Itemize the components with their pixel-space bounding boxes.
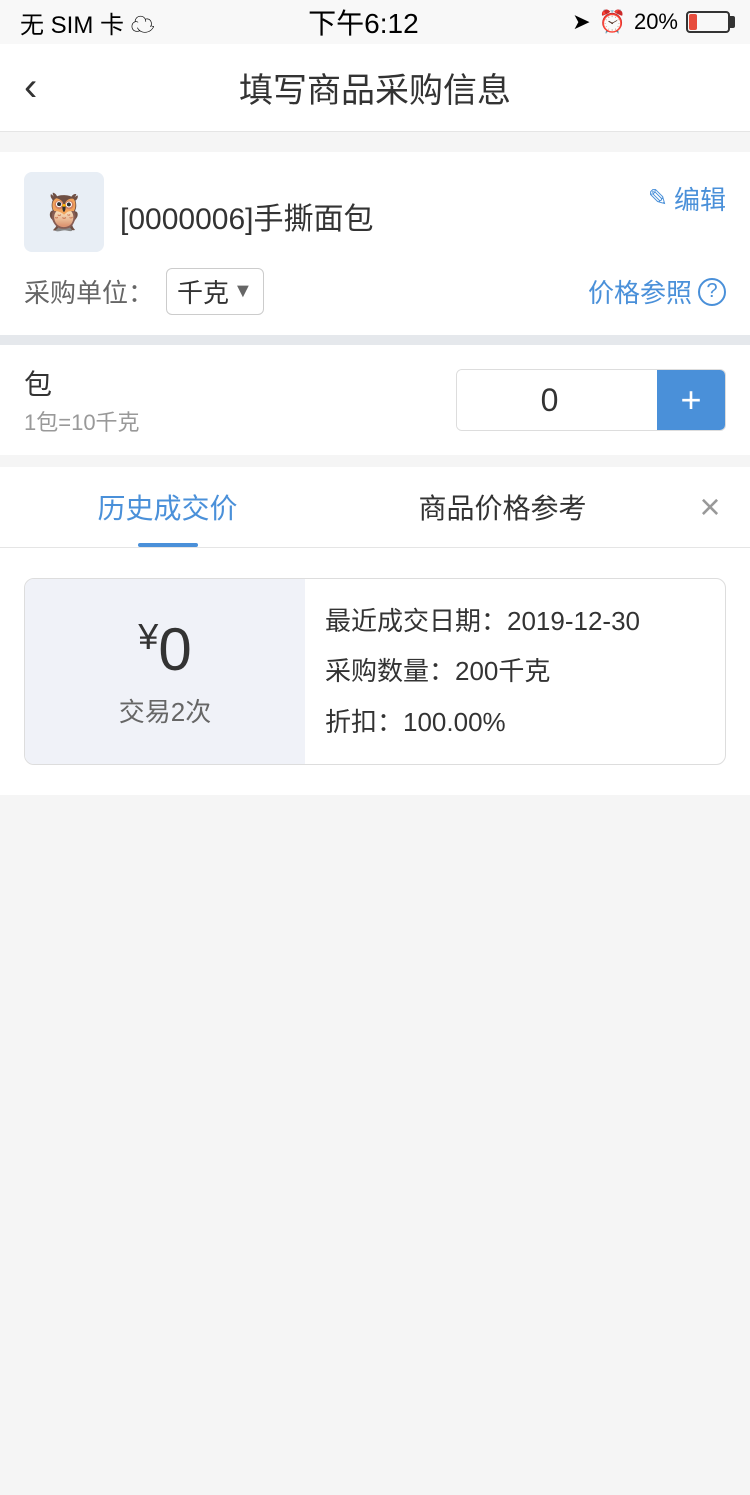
plus-icon: + (680, 379, 701, 421)
main-background (0, 795, 750, 1495)
quantity-plus-button[interactable]: + (657, 370, 725, 430)
tab-panel-area: 历史成交价 商品价格参考 × ¥0 交易2次 最近成交日期：2019-12-30… (0, 467, 750, 795)
quantity-input[interactable] (457, 370, 657, 430)
help-icon: ? (698, 278, 726, 306)
trade-count: 交易2次 (119, 692, 211, 729)
purchase-unit-row: 采购单位： 千克 ▼ 价格参照 ? (24, 268, 726, 315)
purchase-unit-left: 采购单位： 千克 ▼ (24, 268, 264, 315)
quantity-row: 包 1包=10千克 + (0, 345, 750, 455)
history-price-card: ¥0 交易2次 最近成交日期：2019-12-30 采购数量：200千克 折扣：… (24, 578, 726, 765)
unit-value: 千克 (177, 273, 229, 310)
tab-close-button[interactable]: × (670, 467, 750, 547)
date-value: 2019-12-30 (507, 606, 640, 636)
purchase-quantity-item: 采购数量：200千克 (325, 653, 705, 689)
close-icon: × (699, 486, 720, 528)
product-title: 手撕面包 (253, 203, 373, 236)
quantity-control: + (456, 369, 726, 431)
last-trade-date-item: 最近成交日期：2019-12-30 (325, 603, 705, 639)
chevron-down-icon: ▼ (233, 280, 253, 303)
help-char: ? (706, 280, 717, 303)
location-icon: ➤ (572, 9, 590, 35)
quantity-label: 采购数量： (325, 656, 455, 686)
status-left: 无 SIM 卡 ☁ (20, 5, 155, 40)
battery-percent: 20% (634, 9, 678, 35)
battery-icon (686, 11, 730, 33)
product-header: 🦉 [0000006]手撕面包 ✎ 编辑 (24, 172, 726, 252)
nav-bar: ‹ 填写商品采购信息 (0, 44, 750, 132)
product-name: [0000006]手撕面包 (120, 186, 373, 238)
signal-text: 无 SIM 卡 ☁ (20, 5, 155, 40)
product-card: 🦉 [0000006]手撕面包 ✎ 编辑 采购单位： 千克 ▼ 价格参照 ? (0, 152, 750, 335)
unit-select-dropdown[interactable]: 千克 ▼ (166, 268, 264, 315)
history-price-summary: ¥0 交易2次 (25, 579, 305, 764)
tab-product-price-ref[interactable]: 商品价格参考 (335, 467, 670, 547)
product-logo-icon: 🦉 (42, 191, 87, 233)
status-right: ➤ ⏰ 20% (572, 9, 730, 35)
tab-history-price[interactable]: 历史成交价 (0, 467, 335, 547)
back-button[interactable]: ‹ (24, 65, 37, 110)
price-ref-label: 价格参照 (588, 273, 692, 310)
quantity-unit-char: 包 (24, 363, 140, 403)
history-price-value: ¥0 (138, 615, 191, 684)
unit-label: 采购单位： (24, 273, 154, 310)
product-id: [0000006] (120, 203, 253, 236)
edit-button[interactable]: ✎ 编辑 (648, 172, 726, 217)
status-bar: 无 SIM 卡 ☁ 下午6:12 ➤ ⏰ 20% (0, 0, 750, 44)
discount-label: 折扣： (325, 707, 403, 737)
tab-price-ref-label: 商品价格参考 (418, 487, 586, 527)
quantity-conversion: 1包=10千克 (24, 405, 140, 437)
tab-history-label: 历史成交价 (97, 487, 237, 527)
price-reference-button[interactable]: 价格参照 ? (588, 273, 726, 310)
quantity-label-group: 包 1包=10千克 (24, 363, 140, 437)
tab-content: ¥0 交易2次 最近成交日期：2019-12-30 采购数量：200千克 折扣：… (0, 548, 750, 795)
page-title: 填写商品采购信息 (239, 63, 511, 112)
tab-bar: 历史成交价 商品价格参考 × (0, 467, 750, 548)
edit-icon: ✎ (648, 184, 668, 213)
quantity-detail-value: 200千克 (455, 656, 550, 686)
history-price-details: 最近成交日期：2019-12-30 采购数量：200千克 折扣：100.00% (305, 579, 725, 764)
section-divider (0, 335, 750, 345)
currency-symbol: ¥ (138, 616, 158, 657)
discount-value: 100.00% (403, 707, 506, 737)
product-thumbnail: 🦉 (24, 172, 104, 252)
status-time: 下午6:12 (308, 2, 419, 42)
discount-item: 折扣：100.00% (325, 704, 705, 740)
price-number: 0 (158, 616, 191, 683)
date-label: 最近成交日期： (325, 606, 507, 636)
product-info: 🦉 [0000006]手撕面包 (24, 172, 373, 252)
alarm-icon: ⏰ (599, 9, 626, 35)
edit-label: 编辑 (674, 180, 726, 217)
